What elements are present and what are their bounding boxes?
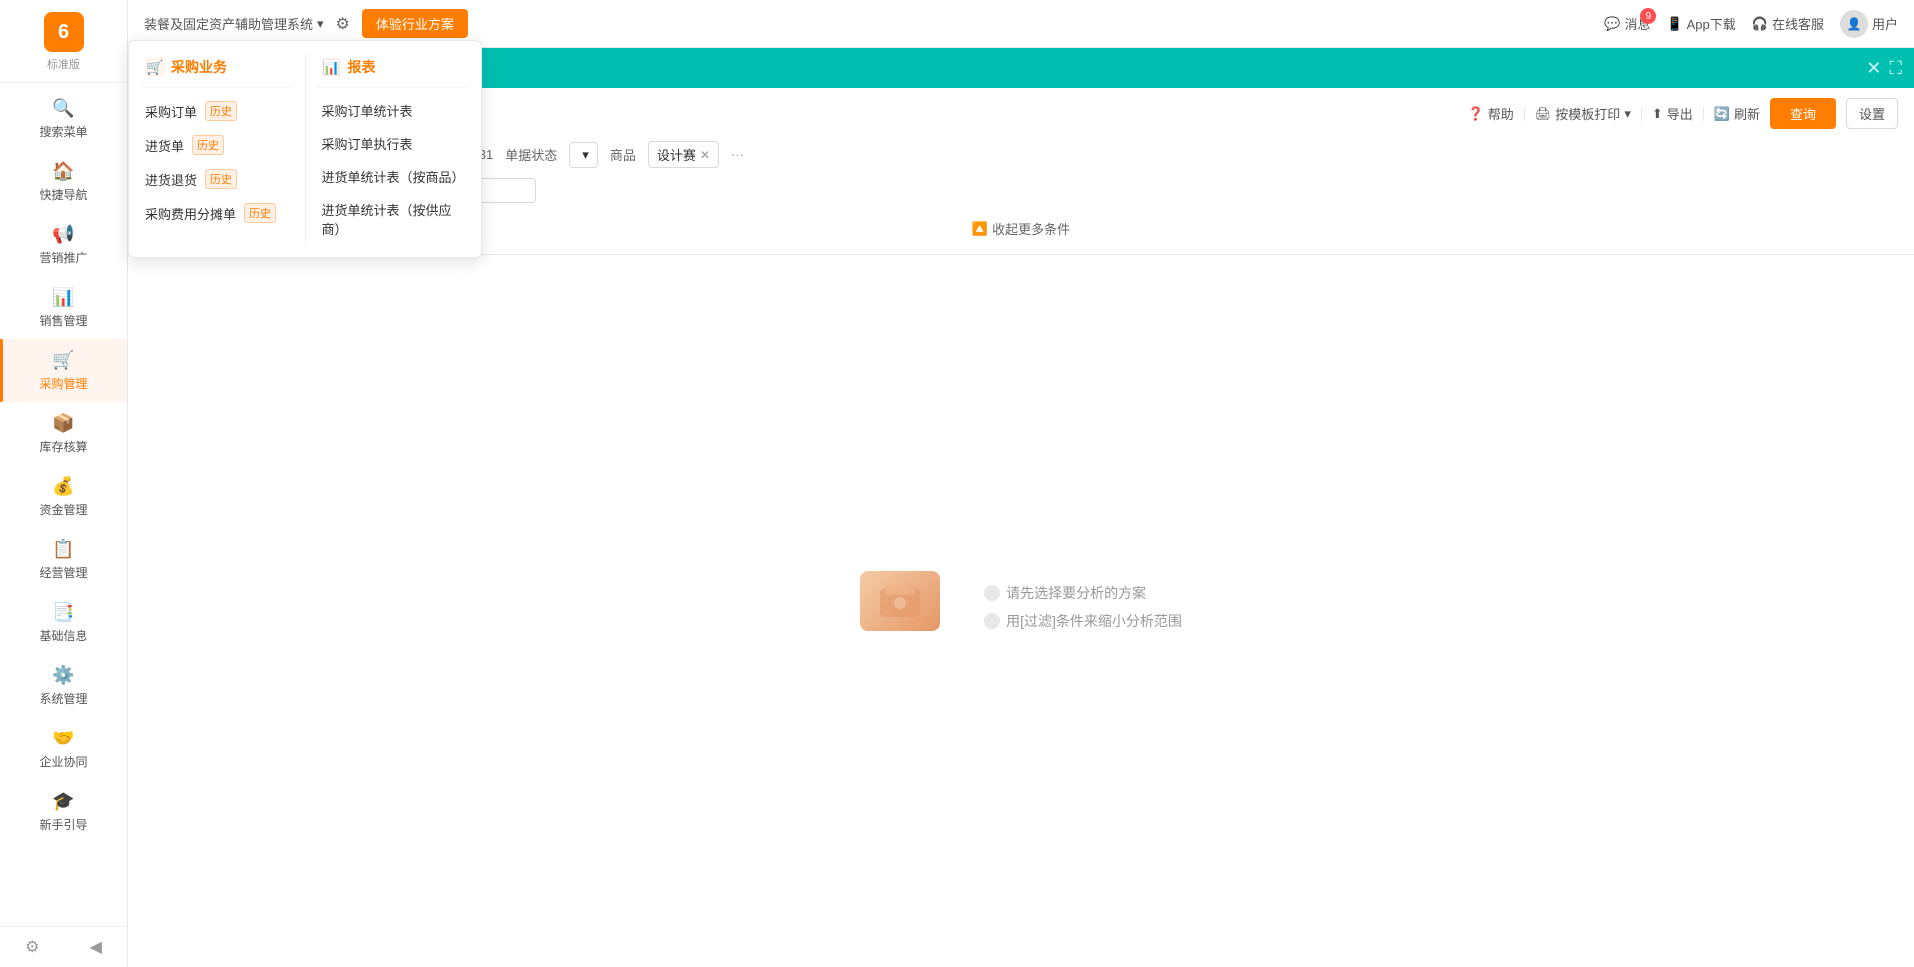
sidebar-collapse-btn[interactable]: ◀ — [90, 937, 102, 957]
sidebar-item-system[interactable]: ⚙️ 系统管理 — [0, 654, 127, 717]
purchase-icon: 🛒 — [53, 349, 75, 371]
doc-status-label: 单据状态 — [505, 145, 557, 164]
system-title: 装餐及固定资产辅助管理系统 — [144, 14, 313, 33]
export-icon: ⬆ — [1652, 106, 1663, 122]
divider3 — [1703, 107, 1704, 121]
service-icon: 🎧 — [1752, 16, 1768, 32]
main-area: 装餐及固定资产辅助管理系统 ▾ ⚙ 体验行业方案 💬 9 消息 📱 App下载 … — [128, 0, 1914, 967]
sidebar-item-guide[interactable]: 🎓 新手引导 — [0, 780, 127, 843]
doc-status-arrow: ▾ — [582, 147, 589, 163]
sidebar-item-base[interactable]: 📑 基础信息 — [0, 591, 127, 654]
sidebar-item-finance[interactable]: 💰 资金管理 — [0, 465, 127, 528]
purchase-expense-item[interactable]: 采购费用分摊单 历史 — [141, 196, 293, 230]
purchase-col-icon: 🛒 — [145, 57, 165, 77]
coop-icon: 🤝 — [53, 727, 75, 749]
purchase-order-exec-item[interactable]: 采购订单执行表 — [318, 127, 470, 160]
divider — [1524, 107, 1525, 121]
hint-1: 请先选择要分析的方案 — [984, 583, 1182, 603]
purchase-col: 🛒 采购业务 采购订单 历史 进货单 历史 进货退货 历史 采购费用分摊单 历史 — [129, 53, 305, 245]
empty-hints: 请先选择要分析的方案 用[过滤]条件来缩小分析范围 — [984, 583, 1182, 639]
guide-icon: 🎓 — [53, 790, 75, 812]
purchase-col-header: 🛒 采购业务 — [141, 53, 293, 88]
sidebar-item-inventory[interactable]: 📦 库存核算 — [0, 402, 127, 465]
home-icon: 🏠 — [53, 160, 75, 182]
collapse-up-icon: 🔼 — [972, 221, 988, 237]
topbar-settings-icon[interactable]: ⚙ — [336, 14, 350, 34]
user-btn[interactable]: 👤 用户 — [1840, 10, 1898, 38]
sidebar-nav: 🔍 搜索菜单 🏠 快捷导航 📢 营销推广 📊 销售管理 🛒 采购管理 📦 库存核… — [0, 83, 127, 926]
phone-icon: 📱 — [1666, 16, 1682, 32]
goods-more-btn[interactable]: ··· — [731, 147, 744, 162]
sidebar-item-search[interactable]: 🔍 搜索菜单 — [0, 87, 127, 150]
dropdown-arrow-icon: ▾ — [317, 16, 324, 32]
message-badge: 9 — [1640, 8, 1656, 24]
sidebar-label-search: 搜索菜单 — [39, 123, 87, 140]
industry-btn[interactable]: 体验行业方案 — [362, 9, 468, 38]
system-icon: ⚙️ — [53, 664, 75, 686]
sidebar-item-sales[interactable]: 📊 销售管理 — [0, 276, 127, 339]
export-btn[interactable]: ⬆ 导出 — [1652, 104, 1693, 123]
purchase-dropdown-menu: 🛒 采购业务 采购订单 历史 进货单 历史 进货退货 历史 采购费用分摊单 历史 — [128, 40, 482, 258]
doc-status-select[interactable]: ▾ — [569, 142, 598, 168]
sidebar-bottom: ⚙ ◀ — [0, 926, 127, 967]
refresh-btn[interactable]: 🔄 刷新 — [1714, 104, 1760, 123]
system-title-dropdown[interactable]: 装餐及固定资产辅助管理系统 ▾ — [144, 14, 324, 33]
hint-2: 用[过滤]条件来缩小分析范围 — [984, 611, 1182, 631]
inventory-icon: 📦 — [53, 412, 75, 434]
report-col: 📊 报表 采购订单统计表 采购订单执行表 进货单统计表（按商品） 进货单统计表（… — [305, 53, 482, 245]
query-btn[interactable]: 查询 — [1770, 98, 1836, 129]
history-badge-1: 历史 — [192, 135, 224, 155]
filter-settings-btn[interactable]: 设置 — [1846, 98, 1898, 129]
history-badge-3: 历史 — [244, 203, 276, 223]
sidebar-item-purchase[interactable]: 🛒 采购管理 — [0, 339, 127, 402]
operation-icon: 📋 — [53, 538, 75, 560]
report-col-header: 📊 报表 — [318, 53, 470, 88]
search-icon: 🔍 — [53, 97, 75, 119]
empty-state: 请先选择要分析的方案 用[过滤]条件来缩小分析范围 — [128, 255, 1914, 967]
sidebar: 6 标准版 🔍 搜索菜单 🏠 快捷导航 📢 营销推广 📊 销售管理 🛒 采购管理… — [0, 0, 128, 967]
refresh-icon: 🔄 — [1714, 106, 1730, 122]
print-dropdown-icon: ▾ — [1624, 106, 1631, 122]
goods-tag[interactable]: 设计赛 ✕ — [648, 141, 719, 168]
topbar-right: 💬 9 消息 📱 App下载 🎧 在线客服 👤 用户 — [1604, 10, 1898, 38]
sidebar-item-coop[interactable]: 🤝 企业协同 — [0, 717, 127, 780]
online-service-btn[interactable]: 🎧 在线客服 — [1752, 14, 1824, 33]
goods-receipt-item[interactable]: 进货单 历史 — [141, 128, 293, 162]
tabbar-maximize-icon[interactable]: ⛶ — [1889, 58, 1902, 79]
tabbar-close-icon[interactable]: ✕ — [1866, 58, 1881, 79]
purchase-order-item[interactable]: 采购订单 历史 — [141, 94, 293, 128]
sidebar-item-quick[interactable]: 🏠 快捷导航 — [0, 150, 127, 213]
divider2 — [1641, 107, 1642, 121]
purchase-order-stat-item[interactable]: 采购订单统计表 — [318, 94, 470, 127]
goods-label: 商品 — [610, 145, 636, 164]
help-icon: ❓ — [1468, 106, 1484, 122]
logo: 6 标准版 — [0, 0, 127, 83]
global-settings-btn[interactable]: ⚙ — [25, 937, 39, 957]
report-col-icon: 📊 — [322, 57, 342, 77]
print-btn[interactable]: 🖨 按模板打印 ▾ — [1535, 104, 1631, 123]
logo-icon: 6 — [44, 12, 84, 52]
goods-receipt-by-goods-item[interactable]: 进货单统计表（按商品） — [318, 160, 470, 193]
history-badge-0: 历史 — [205, 101, 237, 121]
sidebar-item-operation[interactable]: 📋 经营管理 — [0, 528, 127, 591]
base-icon: 📑 — [53, 601, 75, 623]
message-icon: 💬 — [1604, 16, 1620, 32]
empty-illustration — [860, 571, 960, 651]
logo-subtitle: 标准版 — [47, 56, 80, 72]
message-btn[interactable]: 💬 9 消息 — [1604, 14, 1650, 33]
tabbar-actions: ✕ ⛶ — [1866, 58, 1910, 79]
avatar: 👤 — [1840, 10, 1868, 38]
sales-icon: 📊 — [53, 286, 75, 308]
goods-receipt-by-supplier-item[interactable]: 进货单统计表（按供应商） — [318, 193, 470, 245]
history-badge-2: 历史 — [205, 169, 237, 189]
sidebar-item-marketing[interactable]: 📢 营销推广 — [0, 213, 127, 276]
goods-return-item[interactable]: 进货退货 历史 — [141, 162, 293, 196]
goods-tag-close[interactable]: ✕ — [700, 148, 710, 162]
finance-icon: 💰 — [53, 475, 75, 497]
print-icon: 🖨 — [1535, 106, 1552, 122]
app-download-btn[interactable]: 📱 App下载 — [1666, 14, 1735, 33]
marketing-icon: 📢 — [53, 223, 75, 245]
help-btn[interactable]: ❓ 帮助 — [1468, 104, 1514, 123]
